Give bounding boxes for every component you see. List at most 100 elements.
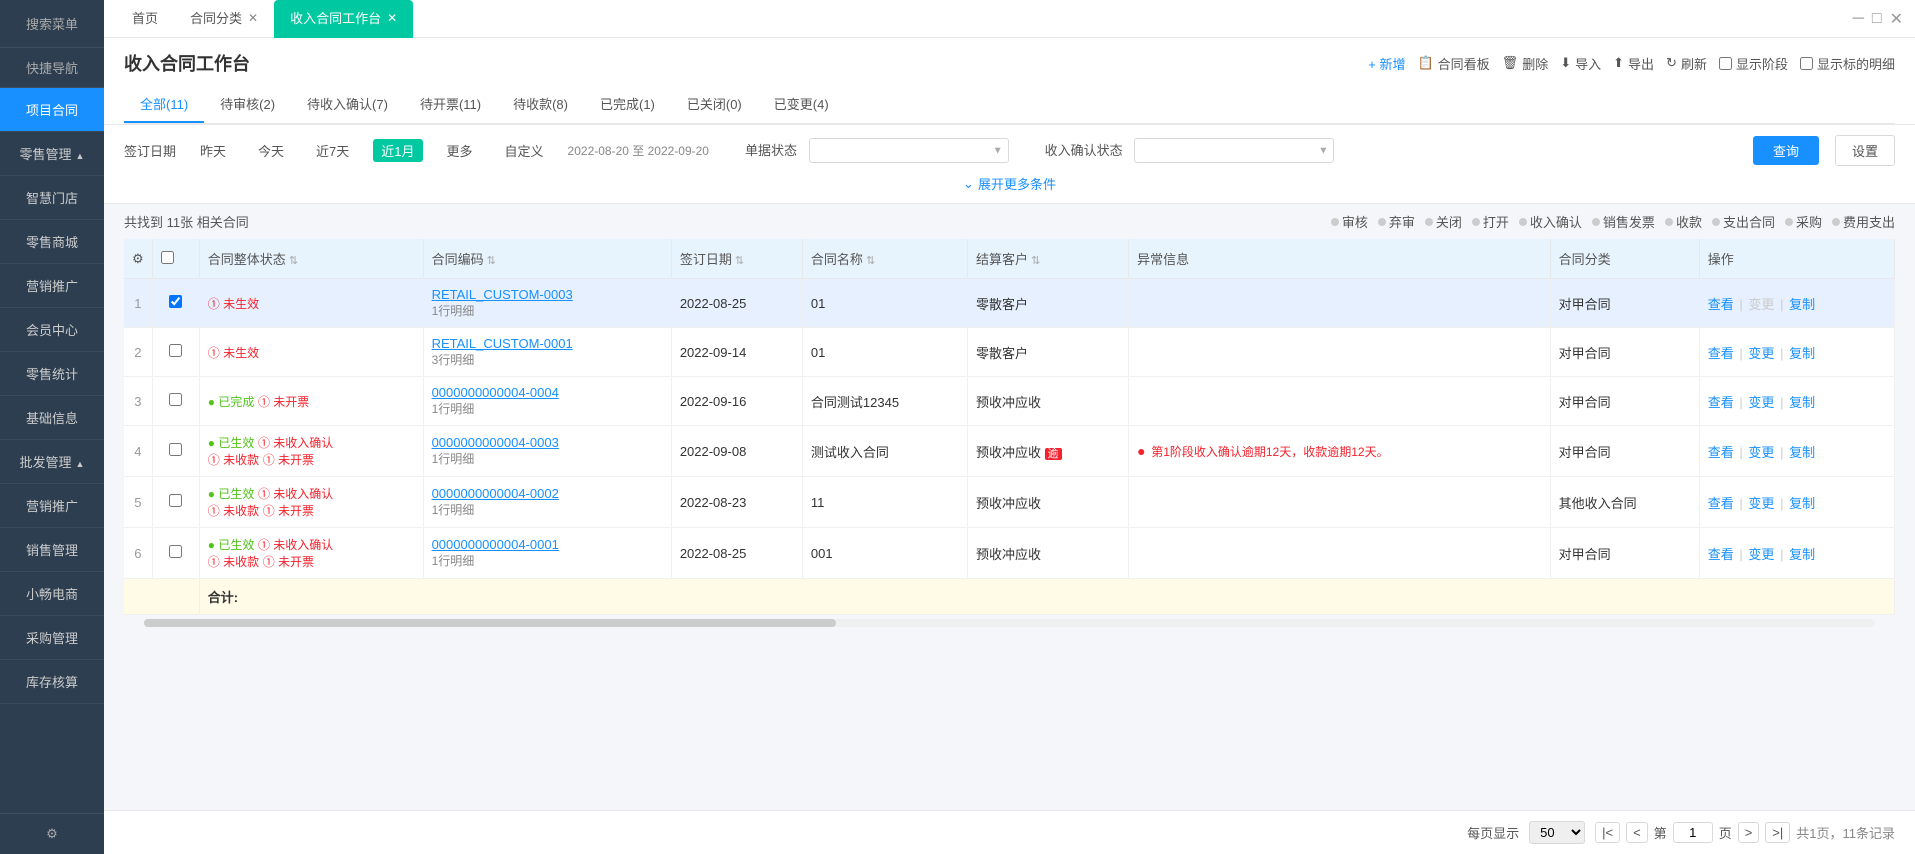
row-checkbox[interactable] (169, 494, 182, 507)
sidebar-item-purchase-mgmt[interactable]: 采购管理 (0, 616, 104, 660)
sidebar-quick-nav[interactable]: 快捷导航 (0, 48, 104, 88)
filter-tab-pending-review[interactable]: 待审核(2) (204, 86, 291, 123)
copy-btn[interactable]: 复制 (1789, 346, 1815, 361)
sidebar-item-member-center[interactable]: 会员中心 (0, 308, 104, 352)
edit-btn[interactable]: 变更 (1748, 547, 1774, 562)
purchase-btn[interactable]: 采购 (1785, 212, 1822, 231)
collect-payment-btn[interactable]: 收款 (1665, 212, 1702, 231)
contract-link[interactable]: 0000000000004-0004 (432, 385, 559, 400)
sidebar-item-inventory[interactable]: 库存核算 (0, 660, 104, 704)
copy-btn[interactable]: 复制 (1789, 547, 1815, 562)
row-checkbox[interactable] (169, 295, 182, 308)
add-button[interactable]: + 新增 (1368, 54, 1405, 73)
copy-btn[interactable]: 复制 (1789, 297, 1815, 312)
show-segment-checkbox[interactable]: 显示阶段 (1719, 54, 1788, 73)
contract-link[interactable]: RETAIL_CUSTOM-0001 (432, 336, 573, 351)
sidebar-item-marketing2[interactable]: 营销推广 (0, 484, 104, 528)
view-btn[interactable]: 查看 (1708, 547, 1734, 562)
contract-link[interactable]: RETAIL_CUSTOM-0003 (432, 287, 573, 302)
sidebar-item-retail-stats[interactable]: 零售统计 (0, 352, 104, 396)
contract-link[interactable]: 0000000000004-0002 (432, 486, 559, 501)
horizontal-scrollbar[interactable] (144, 619, 1875, 627)
next-page-btn[interactable]: > (1738, 822, 1760, 843)
filter-tab-completed[interactable]: 已完成(1) (584, 86, 671, 123)
close-btn[interactable]: ✕ (1890, 9, 1903, 29)
view-btn[interactable]: 查看 (1708, 445, 1734, 460)
sales-invoice-btn[interactable]: 销售发票 (1592, 212, 1655, 231)
view-btn[interactable]: 查看 (1708, 346, 1734, 361)
show-detail-checkbox[interactable]: 显示标的明细 (1800, 54, 1895, 73)
filter-tab-changed[interactable]: 已变更(4) (758, 86, 845, 123)
filter-tab-closed[interactable]: 已关闭(0) (671, 86, 758, 123)
select-all-checkbox[interactable] (161, 251, 174, 264)
page-input[interactable] (1673, 822, 1713, 843)
income-confirm-select[interactable] (1134, 138, 1334, 163)
scroll-thumb[interactable] (144, 619, 836, 627)
sidebar-item-project-contract[interactable]: 项目合同 (0, 88, 104, 132)
expense-btn[interactable]: 费用支出 (1832, 212, 1895, 231)
minimize-btn[interactable]: ─ (1853, 10, 1864, 28)
copy-btn[interactable]: 复制 (1789, 445, 1815, 460)
date-btn-1month[interactable]: 近1月 (373, 139, 422, 162)
sidebar-item-xiaochang[interactable]: 小畅电商 (0, 572, 104, 616)
sidebar-item-wholesale-mgmt[interactable]: 批发管理 (0, 440, 104, 484)
sidebar-item-basic-info[interactable]: 基础信息 (0, 396, 104, 440)
tab-income-contract-close[interactable]: ✕ (387, 11, 397, 25)
income-confirm-btn[interactable]: 收入确认 (1519, 212, 1582, 231)
view-btn[interactable]: 查看 (1708, 297, 1734, 312)
row-checkbox[interactable] (169, 443, 182, 456)
edit-btn[interactable]: 变更 (1748, 496, 1774, 511)
contract-link[interactable]: 0000000000004-0001 (432, 537, 559, 552)
page-size-select[interactable]: 50 100 200 (1529, 821, 1585, 844)
filter-tab-pending-payment[interactable]: 待收款(8) (497, 86, 584, 123)
prev-page-btn[interactable]: < (1626, 822, 1648, 843)
filter-tab-pending-invoice[interactable]: 待开票(11) (404, 86, 497, 123)
delete-button[interactable]: 🗑 删除 (1502, 54, 1549, 73)
tab-contract-category[interactable]: 合同分类 ✕ (174, 0, 274, 38)
row-checkbox[interactable] (169, 393, 182, 406)
maximize-btn[interactable]: □ (1872, 10, 1882, 28)
first-page-btn[interactable]: |< (1595, 822, 1620, 843)
copy-btn[interactable]: 复制 (1789, 496, 1815, 511)
filter-tab-pending-income[interactable]: 待收入确认(7) (291, 86, 404, 123)
date-btn-yesterday[interactable]: 昨天 (192, 139, 234, 162)
th-contract-code[interactable]: 合同编码 (423, 239, 671, 279)
edit-btn[interactable]: 变更 (1748, 346, 1774, 361)
review-btn[interactable]: 审核 (1331, 212, 1368, 231)
last-page-btn[interactable]: >| (1765, 822, 1790, 843)
query-button[interactable]: 查询 (1753, 136, 1819, 165)
date-btn-custom[interactable]: 自定义 (497, 139, 552, 162)
copy-btn[interactable]: 复制 (1789, 395, 1815, 410)
date-btn-7days[interactable]: 近7天 (308, 139, 357, 162)
row-checkbox[interactable] (169, 545, 182, 558)
expense-contract-btn[interactable]: 支出合同 (1712, 212, 1775, 231)
export-button[interactable]: ⬆ 导出 (1613, 54, 1654, 73)
th-overall-status[interactable]: 合同整体状态 (199, 239, 423, 279)
close-contract-btn[interactable]: 关闭 (1425, 212, 1462, 231)
refresh-button[interactable]: ↻ 刷新 (1666, 54, 1707, 73)
sidebar-search[interactable]: 搜索菜单 (0, 0, 104, 48)
tab-contract-category-close[interactable]: ✕ (248, 11, 258, 25)
sidebar-item-smart-store[interactable]: 智慧门店 (0, 176, 104, 220)
sidebar-item-retail-mgmt[interactable]: 零售管理 (0, 132, 104, 176)
view-btn[interactable]: 查看 (1708, 395, 1734, 410)
filter-tab-all[interactable]: 全部(11) (124, 86, 204, 123)
date-btn-today[interactable]: 今天 (250, 139, 292, 162)
abandon-review-btn[interactable]: 弃审 (1378, 212, 1415, 231)
sidebar-item-sales-mgmt[interactable]: 销售管理 (0, 528, 104, 572)
row-checkbox[interactable] (169, 344, 182, 357)
sidebar-item-marketing[interactable]: 营销推广 (0, 264, 104, 308)
doc-status-select[interactable] (809, 138, 1009, 163)
sidebar-item-retail-mall[interactable]: 零售商城 (0, 220, 104, 264)
th-sign-date[interactable]: 签订日期 (671, 239, 802, 279)
expand-conditions-btn[interactable]: ⌄ 展开更多条件 (963, 174, 1056, 193)
tab-income-contract[interactable]: 收入合同工作台 ✕ (274, 0, 413, 38)
contract-link[interactable]: 0000000000004-0003 (432, 435, 559, 450)
view-btn[interactable]: 查看 (1708, 496, 1734, 511)
sidebar-settings[interactable]: ⚙ (0, 813, 104, 854)
contract-board-button[interactable]: 📋 合同看板 (1417, 54, 1489, 73)
th-customer[interactable]: 结算客户 (968, 239, 1129, 279)
edit-btn[interactable]: 变更 (1748, 395, 1774, 410)
th-contract-name[interactable]: 合同名称 (802, 239, 967, 279)
tab-home[interactable]: 首页 (116, 0, 174, 38)
